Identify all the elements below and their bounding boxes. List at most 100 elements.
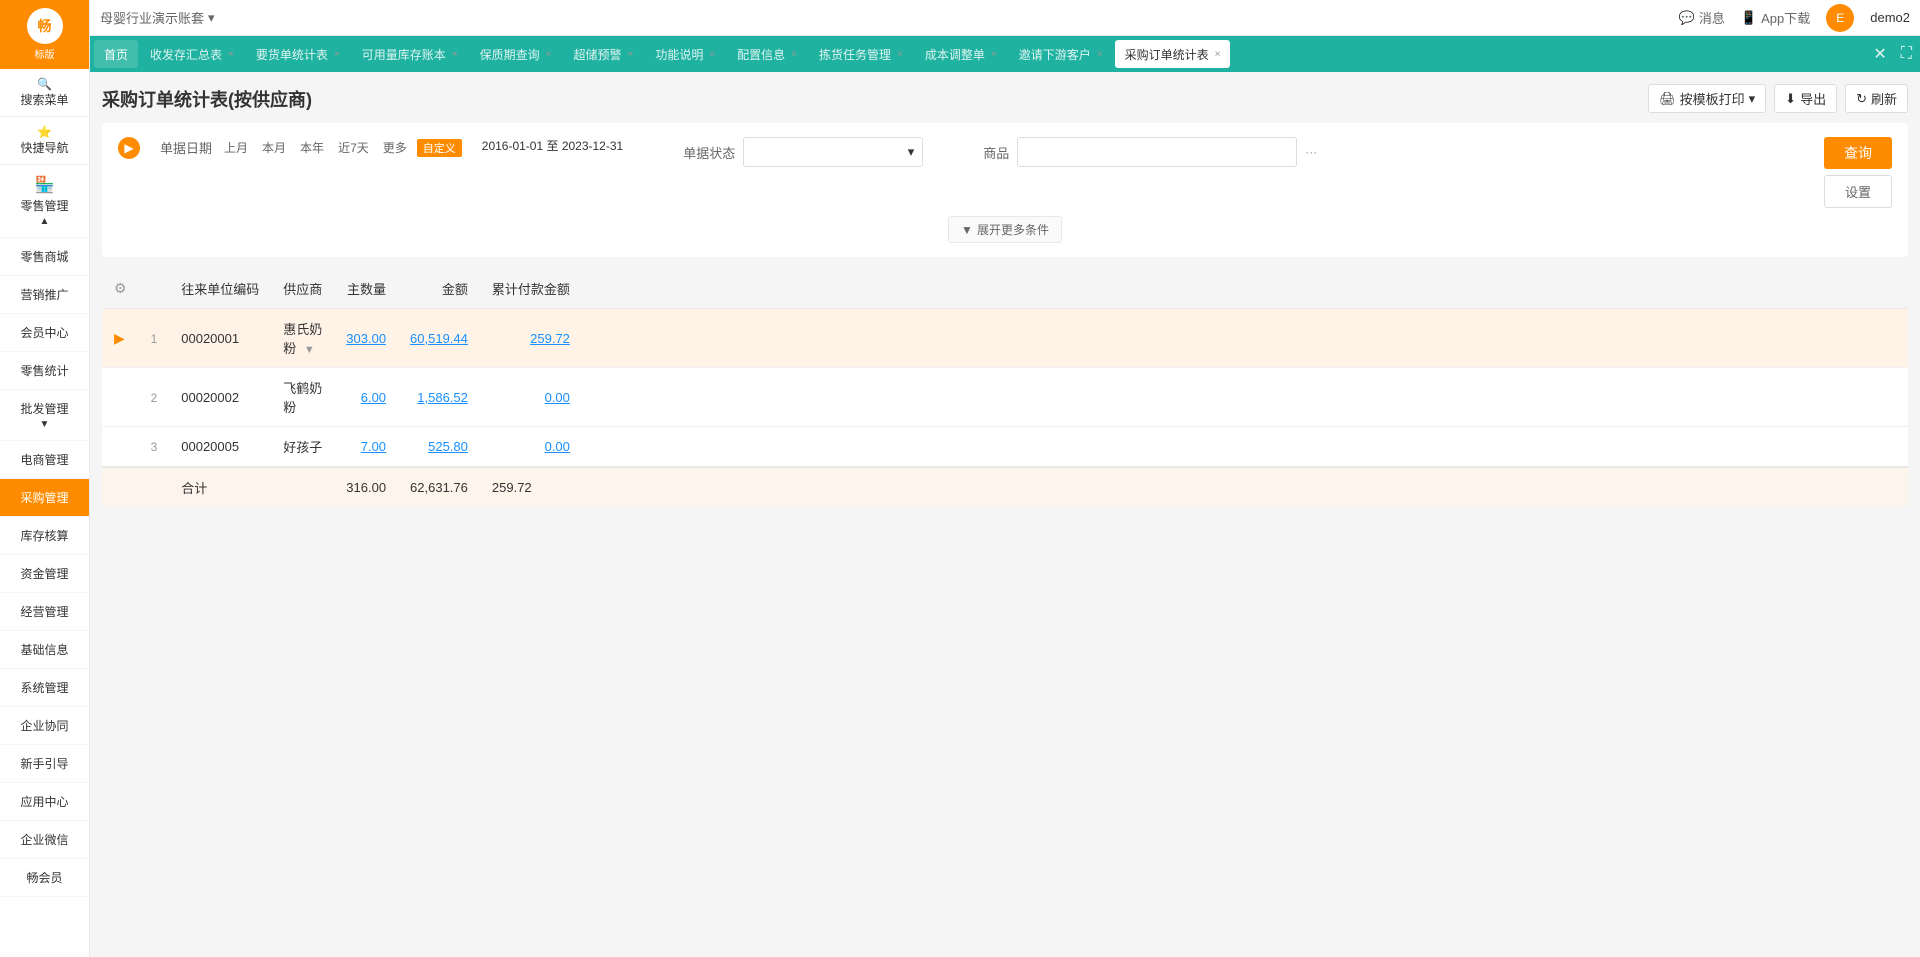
status-select[interactable]: ▾: [743, 137, 923, 167]
export-button[interactable]: ⬇ 导出: [1774, 84, 1837, 113]
purchase-stats-table: ⚙ 往来单位编码 供应商 主数量 金额 累计付款金额: [102, 269, 1908, 507]
tab-close-icon[interactable]: ×: [334, 49, 340, 60]
amount-cell[interactable]: 60,519.44: [398, 309, 480, 368]
custom-date-badge[interactable]: 自定义: [417, 139, 462, 157]
topbar: 母婴行业演示账套 ▾ 💬 消息 📱 App下载 E demo2: [90, 0, 1920, 36]
tab-label: 收发存汇总表: [150, 46, 222, 63]
tab-function-desc[interactable]: 功能说明 ×: [645, 40, 725, 68]
tab-close-icon[interactable]: ×: [709, 49, 715, 60]
tab-expiry-query[interactable]: 保质期查询 ×: [470, 40, 562, 68]
table-row[interactable]: 2 00020002 飞鹤奶粉 6.00 1,586.52 0.00: [102, 368, 1908, 427]
user-name[interactable]: demo2: [1870, 10, 1910, 25]
tab-config-info[interactable]: 配置信息 ×: [727, 40, 807, 68]
goods-filter-group: 商品 ···: [983, 137, 1317, 167]
sidebar-item-retail-mgmt[interactable]: 🏪 零售管理 ▲: [0, 165, 89, 238]
shortcut-this-year[interactable]: 本年: [296, 137, 328, 158]
sidebar-item-label: 零售商城: [20, 248, 68, 265]
tab-close-icon[interactable]: ×: [452, 49, 458, 60]
tab-home[interactable]: 首页: [94, 40, 138, 68]
sidebar-logo: 畅 标版: [0, 0, 89, 69]
amount-cell[interactable]: 1,586.52: [398, 368, 480, 427]
sidebar-item-operations[interactable]: 经营管理: [0, 593, 89, 631]
message-button[interactable]: 💬 消息: [1679, 8, 1725, 27]
shortcut-7days[interactable]: 近7天: [334, 137, 373, 158]
amount-cell[interactable]: 525.80: [398, 427, 480, 468]
main-qty-cell[interactable]: 6.00: [334, 368, 398, 427]
supplier-code-col-header: 往来单位编码: [169, 269, 271, 309]
supplier-name-text: 惠氏奶粉: [283, 322, 322, 356]
filter-expand-arrow[interactable]: ▶: [118, 137, 140, 159]
shortcut-more[interactable]: 更多: [379, 137, 411, 158]
supplier-expand-icon[interactable]: ▼: [304, 344, 315, 356]
sidebar-item-quick-nav[interactable]: ⭐ 快捷导航: [0, 117, 89, 165]
expand-more-icon: ▼: [961, 223, 973, 237]
sidebar-item-retail-stats[interactable]: 零售统计: [0, 352, 89, 390]
close-window-icon[interactable]: ✕: [1869, 42, 1890, 66]
retail-icon: 🏪: [35, 175, 55, 195]
paid-amount-cell[interactable]: 0.00: [480, 368, 582, 427]
tab-close-icon[interactable]: ×: [546, 49, 552, 60]
tab-close-icon[interactable]: ×: [991, 49, 997, 60]
sidebar-item-wholesale-mgmt[interactable]: 批发管理 ▼: [0, 390, 89, 441]
tab-available-stock[interactable]: 可用量库存账本 ×: [352, 40, 468, 68]
tab-invite-downstream[interactable]: 邀请下游客户 ×: [1009, 40, 1113, 68]
sidebar-item-purchase-mgmt[interactable]: 采购管理: [0, 479, 89, 517]
main-qty-cell[interactable]: 303.00: [334, 309, 398, 368]
sidebar-item-basic-info[interactable]: 基础信息: [0, 631, 89, 669]
sidebar-item-member[interactable]: 畅会员: [0, 859, 89, 897]
tab-close-icon[interactable]: ×: [897, 49, 903, 60]
shortcut-last-month[interactable]: 上月: [220, 137, 252, 158]
sidebar-item-app-center[interactable]: 应用中心: [0, 783, 89, 821]
supplier-code-cell: 00020001: [169, 309, 271, 368]
expand-more-button[interactable]: ▼ 展开更多条件: [948, 216, 1062, 243]
tab-picking-task[interactable]: 拣货任务管理 ×: [809, 40, 913, 68]
tab-close-icon[interactable]: ×: [228, 49, 234, 60]
logo-text: 标版: [35, 46, 55, 61]
extra-cell: [582, 368, 1908, 427]
tab-receive-summary[interactable]: 收发存汇总表 ×: [140, 40, 244, 68]
tab-label: 采购订单统计表: [1125, 46, 1209, 63]
table-row[interactable]: 3 00020005 好孩子 7.00 525.80 0.00: [102, 427, 1908, 468]
sidebar-item-inventory[interactable]: 库存核算: [0, 517, 89, 555]
print-button[interactable]: 🖨 按模板打印 ▾: [1648, 84, 1766, 113]
refresh-button[interactable]: ↻ 刷新: [1845, 84, 1908, 113]
sidebar-item-marketing[interactable]: 营销推广: [0, 276, 89, 314]
shortcut-this-month[interactable]: 本月: [258, 137, 290, 158]
settings-button[interactable]: 设置: [1824, 175, 1892, 208]
tab-close-icon[interactable]: ×: [627, 49, 633, 60]
goods-input[interactable]: [1017, 137, 1297, 167]
column-settings-icon[interactable]: ⚙: [114, 280, 127, 296]
query-button[interactable]: 查询: [1824, 137, 1892, 169]
sidebar-item-enterprise-wechat[interactable]: 企业微信: [0, 821, 89, 859]
tab-purchase-order-stats[interactable]: 采购订单统计表 ×: [1115, 40, 1231, 68]
more-filter-icon[interactable]: ···: [1305, 145, 1317, 159]
app-download-button[interactable]: 📱 App下载: [1741, 8, 1810, 27]
sidebar-item-new-guide[interactable]: 新手引导: [0, 745, 89, 783]
maximize-icon[interactable]: ⛶: [1897, 43, 1916, 65]
tab-requisition-stats[interactable]: 要货单统计表 ×: [246, 40, 350, 68]
tab-cost-adjust[interactable]: 成本调整单 ×: [915, 40, 1007, 68]
sidebar-item-finance[interactable]: 资金管理: [0, 555, 89, 593]
tab-label: 可用量库存账本: [362, 46, 446, 63]
sidebar-item-enterprise[interactable]: 企业协同: [0, 707, 89, 745]
sidebar-item-retail-mall[interactable]: 零售商城: [0, 238, 89, 276]
tab-close-icon[interactable]: ×: [1097, 49, 1103, 60]
chevron-up-icon: ▲: [40, 216, 50, 227]
extra-cell: [582, 309, 1908, 368]
sidebar-item-ecommerce-mgmt[interactable]: 电商管理: [0, 441, 89, 479]
avatar[interactable]: E: [1826, 4, 1854, 32]
tab-close-icon[interactable]: ×: [791, 49, 797, 60]
workspace-selector[interactable]: 母婴行业演示账套 ▾: [100, 8, 215, 27]
sidebar-item-system-mgmt[interactable]: 系统管理: [0, 669, 89, 707]
tab-overstock-warning[interactable]: 超储预警 ×: [563, 40, 643, 68]
paid-amount-cell[interactable]: 259.72: [480, 309, 582, 368]
paid-amount-cell[interactable]: 0.00: [480, 427, 582, 468]
tab-close-icon[interactable]: ×: [1215, 49, 1221, 60]
main-qty-cell[interactable]: 7.00: [334, 427, 398, 468]
sidebar-item-search[interactable]: 🔍 搜索菜单: [0, 69, 89, 117]
table-row[interactable]: ▶ 1 00020001 惠氏奶粉 ▼ 303.00 60,519.4: [102, 309, 1908, 368]
row-num-text: 1: [151, 332, 158, 346]
goods-filter-label: 商品: [983, 143, 1009, 162]
sidebar-item-member-center[interactable]: 会员中心: [0, 314, 89, 352]
row-toggle-icon[interactable]: ▶: [114, 330, 125, 346]
